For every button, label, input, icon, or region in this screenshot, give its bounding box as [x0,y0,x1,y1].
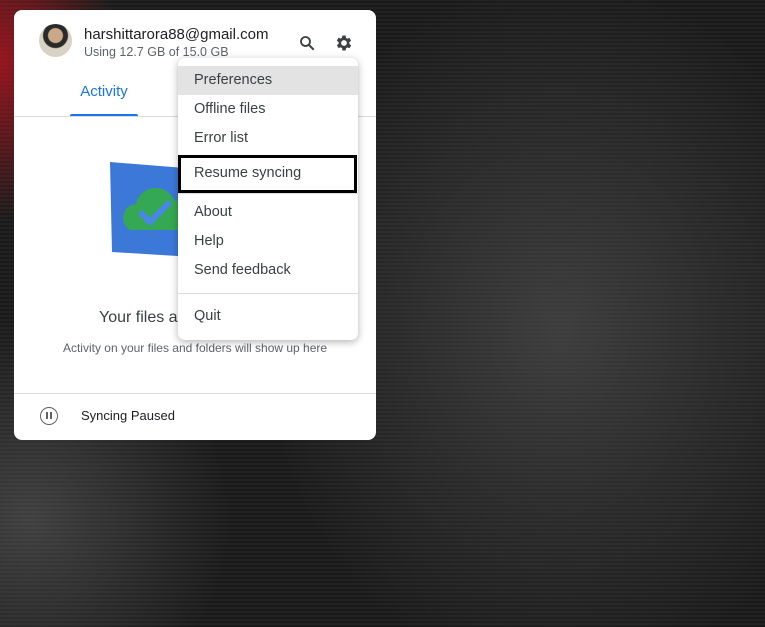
empty-state-subtext: Activity on your files and folders will … [62,341,328,355]
menu-item-resume-syncing[interactable]: Resume syncing [178,155,357,193]
menu-item-offline-files[interactable]: Offline files [178,95,358,124]
gear-icon[interactable] [333,32,355,54]
menu-item-about[interactable]: About [178,198,358,227]
tab-activity[interactable]: Activity [70,80,138,100]
empty-state-heading: Your files a [99,309,178,326]
menu-divider [178,193,358,194]
settings-menu: Preferences Offline files Error list Res… [178,58,358,340]
menu-item-preferences[interactable]: Preferences [178,66,358,95]
sync-status: Syncing Paused [81,408,175,423]
storage-usage: Using 12.7 GB of 15.0 GB [84,45,229,59]
divider [14,393,376,394]
account-email: harshittarora88@gmail.com [84,26,269,43]
menu-item-help[interactable]: Help [178,227,358,256]
menu-item-quit[interactable]: Quit [178,302,358,331]
search-icon[interactable] [296,32,318,54]
menu-divider [178,293,358,294]
avatar[interactable] [39,24,72,57]
pause-circle-icon [40,407,58,425]
menu-item-error-list[interactable]: Error list [178,124,358,153]
menu-item-send-feedback[interactable]: Send feedback [178,256,358,285]
